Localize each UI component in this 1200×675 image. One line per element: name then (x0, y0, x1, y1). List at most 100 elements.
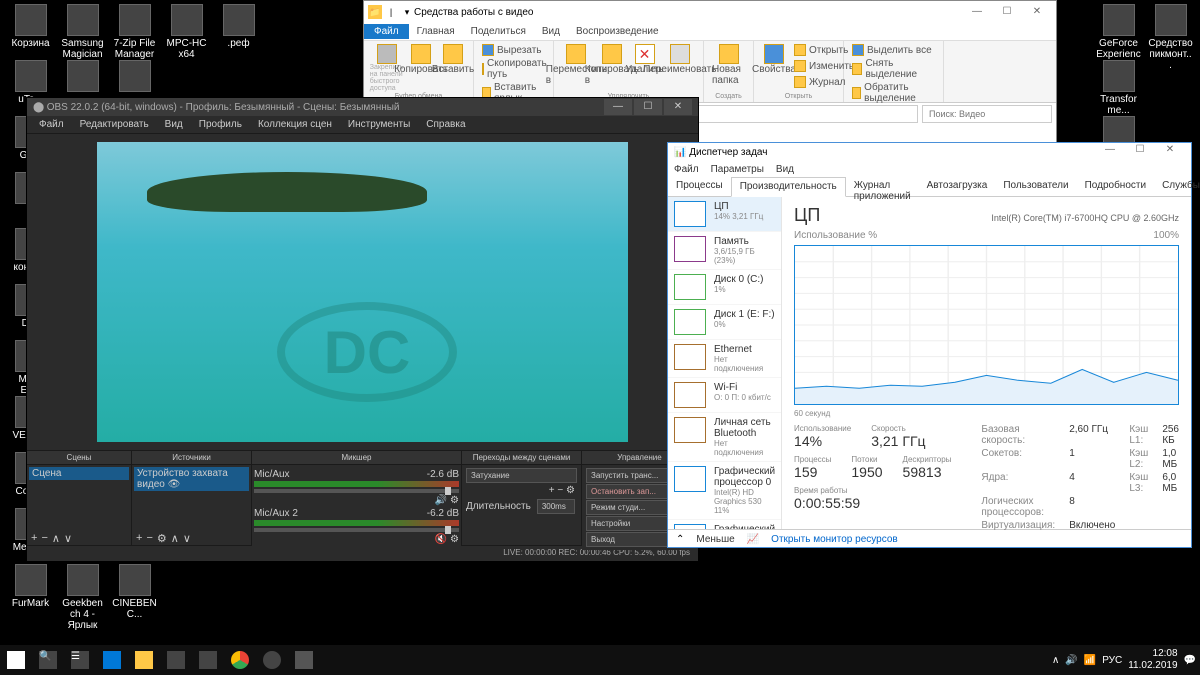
notifications-icon[interactable]: 💬 (1184, 655, 1196, 666)
mixer-channel-1[interactable]: Mic/Aux-2.6 dB 🔊 ⚙ (254, 469, 459, 506)
taskbar: ⊞ 🔍 ☰ ∧ 🔊 📶 РУС 12:08 11.02.2019 💬 (0, 645, 1200, 675)
taskmgr-tab[interactable]: Производительность (731, 177, 846, 197)
ribbon-rename[interactable]: Переименовать (661, 43, 699, 87)
obs-menu-item[interactable]: Инструменты (340, 117, 418, 132)
taskmgr-tab[interactable]: Автозагрузка (919, 177, 996, 196)
desktop-icon[interactable]: FurMark (8, 564, 53, 609)
close-button[interactable]: ✕ (1022, 2, 1052, 22)
desktop-icon[interactable]: CINEBENC... (112, 564, 157, 620)
taskmgr-side-item[interactable]: Графический процессор 1NVIDIA GeForce GT… (668, 520, 781, 529)
explorer-context-tab[interactable]: Средства работы с видео (414, 7, 533, 18)
taskbar-clock[interactable]: 12:08 11.02.2019 (1128, 648, 1177, 672)
obs-taskbar-icon[interactable] (256, 645, 288, 675)
cpu-title: ЦП (794, 205, 820, 226)
taskmgr-side-item[interactable]: Диск 1 (E: F:)0% (668, 305, 781, 340)
taskmgr-tab[interactable]: Журнал приложений (846, 177, 919, 196)
tray-icon[interactable]: 🔊 (1065, 655, 1077, 666)
chevron-up-icon[interactable]: ⌃ (676, 534, 684, 545)
taskmgr-tab[interactable]: Процессы (668, 177, 731, 196)
taskmgr-taskbar-icon[interactable] (288, 645, 320, 675)
transition-select[interactable]: Затухание (466, 468, 577, 483)
ribbon-history[interactable]: Журнал (790, 75, 850, 89)
mixer-channel-2[interactable]: Mic/Aux 2-6.2 dB 🔇 ⚙ (254, 508, 459, 545)
store-icon[interactable] (160, 645, 192, 675)
desktop-icon[interactable]: Geekbench 4 - Ярлык (60, 564, 105, 631)
explorer-icon[interactable] (128, 645, 160, 675)
mail-icon[interactable] (192, 645, 224, 675)
minimize-button[interactable]: — (604, 99, 632, 115)
chrome-icon[interactable] (224, 645, 256, 675)
ribbon-selectall[interactable]: Выделить все (848, 43, 939, 57)
maximize-button[interactable]: ☐ (634, 99, 662, 115)
ribbon-selectnone[interactable]: Снять выделение (848, 57, 939, 81)
desktop-icon[interactable]: Samsung Magician (60, 4, 105, 60)
edge-icon[interactable] (96, 645, 128, 675)
tray-network-icon[interactable]: 📶 (1084, 655, 1096, 666)
ribbon-open[interactable]: Открыть (790, 43, 852, 57)
ribbon-newfolder[interactable]: Новая папка (708, 43, 749, 87)
search-icon[interactable]: 🔍 (32, 645, 64, 675)
taskmgr-side-item[interactable]: Wi-FiО: 0 П: 0 кбит/с (668, 378, 781, 413)
desktop-icon[interactable]: Transforme... (1096, 60, 1141, 116)
ribbon-copyto[interactable]: Копировать в (595, 43, 629, 87)
desktop-icon[interactable]: .реф (216, 4, 261, 49)
obs-menu-item[interactable]: Файл (31, 117, 72, 132)
obs-titlebar[interactable]: ⬤ OBS 22.0.2 (64-bit, windows) - Профиль… (27, 98, 698, 116)
desktop-icon[interactable] (112, 60, 157, 94)
taskmgr-tab[interactable]: Подробности (1077, 177, 1154, 196)
desktop-icon[interactable]: Корзина (8, 4, 53, 49)
maximize-button[interactable]: ☐ (992, 2, 1022, 22)
taskmgr-tab[interactable]: Пользователи (995, 177, 1076, 196)
taskmgr-side-item[interactable]: Графический процессор 0Intel(R) HD Graph… (668, 462, 781, 520)
tab-share[interactable]: Поделиться (463, 24, 534, 39)
tab-play[interactable]: Воспроизведение (568, 24, 667, 39)
maximize-button[interactable]: ☐ (1125, 144, 1155, 160)
obs-menu-item[interactable]: Редактировать (72, 117, 157, 132)
taskmgr-menu-item[interactable]: Файл (674, 164, 699, 175)
duration-input[interactable]: 300ms (537, 499, 575, 514)
desktop-icon[interactable]: MPC-HC x64 (164, 4, 209, 60)
taskmgr-side-item[interactable]: Диск 0 (C:)1% (668, 270, 781, 305)
scene-item[interactable]: Сцена (29, 467, 129, 480)
close-button[interactable]: ✕ (1155, 144, 1185, 160)
start-button[interactable]: ⊞ (0, 645, 32, 675)
desktop-icon[interactable] (60, 60, 105, 94)
taskmgr-tab[interactable]: Службы (1154, 177, 1200, 196)
obs-menu-item[interactable]: Профиль (191, 117, 250, 132)
ribbon-props[interactable]: Свойства (758, 43, 790, 91)
panel-sources-header: Источники (132, 451, 251, 465)
tray-expand-icon[interactable]: ∧ (1052, 655, 1059, 666)
tab-view[interactable]: Вид (534, 24, 568, 39)
taskmgr-menu-item[interactable]: Параметры (711, 164, 764, 175)
ribbon-copypath[interactable]: Скопировать путь (478, 57, 549, 81)
ribbon-cut[interactable]: Вырезать (478, 43, 549, 57)
taskmgr-title-text: Диспетчер задач (689, 147, 767, 158)
tab-file[interactable]: Файл (364, 24, 409, 39)
close-button[interactable]: ✕ (664, 99, 692, 115)
taskmgr-side-item[interactable]: EthernetНет подключения (668, 340, 781, 378)
obs-menu-item[interactable]: Справка (418, 117, 473, 132)
taskmgr-menu-item[interactable]: Вид (776, 164, 794, 175)
obs-menu-item[interactable]: Коллекция сцен (250, 117, 340, 132)
minimize-button[interactable]: — (1095, 144, 1125, 160)
search-input[interactable] (922, 105, 1052, 123)
obs-icon: ⬤ (33, 102, 44, 113)
obs-menu-item[interactable]: Вид (157, 117, 191, 132)
minimize-button[interactable]: — (962, 2, 992, 22)
fewer-details-button[interactable]: Меньше (696, 534, 734, 545)
open-resmon-link[interactable]: Открыть монитор ресурсов (771, 534, 898, 545)
tab-main[interactable]: Главная (409, 24, 463, 39)
source-item[interactable]: Устройство захвата видео 👁 (134, 467, 249, 491)
taskmgr-side-item[interactable]: ЦП14% 3,21 ГГц (668, 197, 781, 232)
explorer-titlebar[interactable]: 📁|▾ Средства работы с видео — ☐ ✕ (364, 1, 1056, 23)
obs-preview[interactable]: DC (97, 142, 628, 442)
taskmgr-side-item[interactable]: Память3,6/15,9 ГБ (23%) (668, 232, 781, 270)
taskmgr-titlebar[interactable]: 📊 Диспетчер задач — ☐ ✕ (668, 143, 1191, 161)
ribbon-invert[interactable]: Обратить выделение (848, 81, 939, 105)
tray-lang[interactable]: РУС (1102, 655, 1122, 666)
desktop-icon[interactable]: 7-Zip File Manager (112, 4, 157, 60)
ribbon-paste[interactable]: Вставить (437, 43, 469, 93)
desktop-icon[interactable]: Средство пикмонт... (1148, 4, 1193, 71)
taskmgr-side-item[interactable]: Личная сеть BluetoothНет подключения (668, 413, 781, 462)
taskview-icon[interactable]: ☰ (64, 645, 96, 675)
